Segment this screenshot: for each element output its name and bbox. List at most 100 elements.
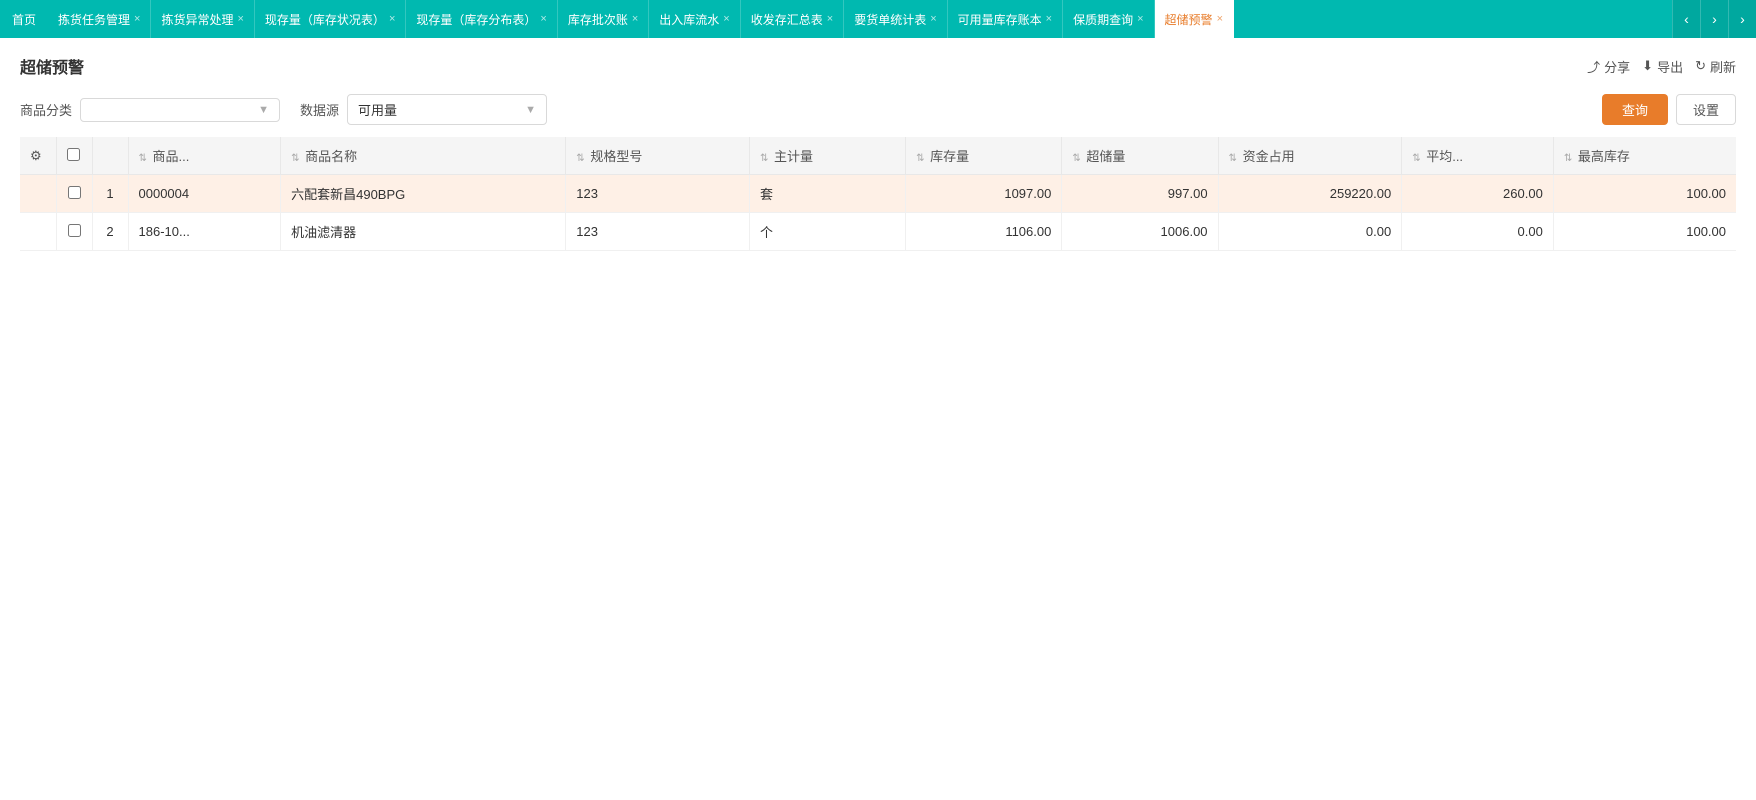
row-product-name: 机油滤清器 bbox=[281, 213, 566, 251]
nav-tab-t2[interactable]: 拣货异常处理 × bbox=[151, 0, 254, 38]
page-title: 超储预警 bbox=[20, 54, 84, 78]
close-tab-t4[interactable]: × bbox=[540, 13, 546, 25]
close-tab-t7[interactable]: × bbox=[827, 13, 833, 25]
row-num: 1 bbox=[92, 175, 128, 213]
datasource-chevron-icon: ▼ bbox=[525, 104, 536, 116]
header-actions: ⤴ 分享 ⬇ 导出 ↻ 刷新 bbox=[1587, 57, 1736, 76]
table-row: 2 186-10... 机油滤清器 123 个 1106.00 1006.00 … bbox=[20, 213, 1736, 251]
col-product-code[interactable]: ⇅ 商品... bbox=[128, 137, 281, 175]
close-tab-t3[interactable]: × bbox=[389, 13, 395, 25]
table-row: 1 0000004 六配套新昌490BPG 123 套 1097.00 997.… bbox=[20, 175, 1736, 213]
data-table: ⚙ ⇅ 商品... ⇅ 商品名称 ⇅ 规格型号 bbox=[20, 137, 1736, 251]
row-checkbox[interactable] bbox=[68, 186, 81, 199]
nav-tab-t11[interactable]: 超储预警 × bbox=[1155, 0, 1234, 38]
datasource-select[interactable]: 可用量 ▼ bbox=[347, 94, 547, 125]
nav-tab-t3[interactable]: 现存量（库存状况表） × bbox=[255, 0, 406, 38]
share-button[interactable]: ⤴ 分享 bbox=[1587, 57, 1630, 76]
row-checkbox[interactable] bbox=[68, 224, 81, 237]
col-unit[interactable]: ⇅ 主计量 bbox=[749, 137, 905, 175]
row-avg: 0.00 bbox=[1402, 213, 1554, 251]
row-actions-cell bbox=[20, 213, 56, 251]
row-capital: 259220.00 bbox=[1218, 175, 1402, 213]
close-tab-t8[interactable]: × bbox=[930, 13, 936, 25]
col-select-all[interactable] bbox=[56, 137, 92, 175]
col-avg[interactable]: ⇅ 平均... bbox=[1402, 137, 1554, 175]
col-over-qty[interactable]: ⇅ 超储量 bbox=[1062, 137, 1218, 175]
nav-arrow-more[interactable]: › bbox=[1728, 0, 1756, 38]
row-capital: 0.00 bbox=[1218, 213, 1402, 251]
gear-icon: ⚙ bbox=[30, 148, 42, 163]
col-spec[interactable]: ⇅ 规格型号 bbox=[566, 137, 750, 175]
table-header: ⚙ ⇅ 商品... ⇅ 商品名称 ⇅ 规格型号 bbox=[20, 137, 1736, 175]
close-tab-t10[interactable]: × bbox=[1137, 13, 1143, 25]
row-over-qty: 1006.00 bbox=[1062, 213, 1218, 251]
row-product-code: 0000004 bbox=[128, 175, 281, 213]
refresh-button[interactable]: ↻ 刷新 bbox=[1695, 57, 1736, 76]
datasource-value: 可用量 bbox=[358, 100, 397, 119]
sort-icon-stock-qty: ⇅ bbox=[916, 153, 924, 164]
page-header: 超储预警 ⤴ 分享 ⬇ 导出 ↻ 刷新 bbox=[20, 54, 1736, 78]
settings-button[interactable]: 设置 bbox=[1676, 94, 1736, 125]
sort-icon-spec: ⇅ bbox=[576, 153, 584, 164]
sort-icon-over-qty: ⇅ bbox=[1072, 153, 1080, 164]
row-num: 2 bbox=[92, 213, 128, 251]
filter-group-category: 商品分类 ▼ bbox=[20, 98, 280, 122]
col-capital[interactable]: ⇅ 资金占用 bbox=[1218, 137, 1402, 175]
row-avg: 260.00 bbox=[1402, 175, 1554, 213]
row-actions-cell bbox=[20, 175, 56, 213]
row-stock-qty: 1106.00 bbox=[906, 213, 1062, 251]
category-select[interactable]: ▼ bbox=[80, 98, 280, 122]
close-tab-t9[interactable]: × bbox=[1046, 13, 1052, 25]
page-content: 超储预警 ⤴ 分享 ⬇ 导出 ↻ 刷新 商品分类 ▼ 数据源 bbox=[0, 38, 1756, 800]
col-product-name[interactable]: ⇅ 商品名称 bbox=[281, 137, 566, 175]
row-over-qty: 997.00 bbox=[1062, 175, 1218, 213]
row-checkbox-cell[interactable] bbox=[56, 213, 92, 251]
row-spec: 123 bbox=[566, 175, 750, 213]
row-max-stock: 100.00 bbox=[1553, 213, 1736, 251]
row-stock-qty: 1097.00 bbox=[906, 175, 1062, 213]
nav-arrow-left[interactable]: ‹ bbox=[1672, 0, 1700, 38]
nav-arrows-container: ‹ › › bbox=[1672, 0, 1756, 38]
nav-tab-t6[interactable]: 出入库流水 × bbox=[649, 0, 740, 38]
nav-tab-t1[interactable]: 拣货任务管理 × bbox=[48, 0, 151, 38]
col-max-stock[interactable]: ⇅ 最高库存 bbox=[1553, 137, 1736, 175]
table-body: 1 0000004 六配套新昌490BPG 123 套 1097.00 997.… bbox=[20, 175, 1736, 251]
col-gear[interactable]: ⚙ bbox=[20, 137, 56, 175]
row-spec: 123 bbox=[566, 213, 750, 251]
sort-icon-unit: ⇅ bbox=[760, 153, 768, 164]
col-stock-qty[interactable]: ⇅ 库存量 bbox=[906, 137, 1062, 175]
close-tab-t6[interactable]: × bbox=[723, 13, 729, 25]
close-tab-t5[interactable]: × bbox=[632, 13, 638, 25]
row-product-name: 六配套新昌490BPG bbox=[281, 175, 566, 213]
select-all-checkbox[interactable] bbox=[67, 148, 80, 161]
row-checkbox-cell[interactable] bbox=[56, 175, 92, 213]
nav-home[interactable]: 首页 bbox=[0, 0, 48, 38]
row-unit: 个 bbox=[749, 213, 905, 251]
row-max-stock: 100.00 bbox=[1553, 175, 1736, 213]
sort-icon-max-stock: ⇅ bbox=[1564, 153, 1572, 164]
query-button[interactable]: 查询 bbox=[1602, 94, 1668, 125]
sort-icon-product-code: ⇅ bbox=[139, 153, 147, 164]
top-navigation: 首页 拣货任务管理 × 拣货异常处理 × 现存量（库存状况表） × 现存量（库存… bbox=[0, 0, 1756, 38]
export-button[interactable]: ⬇ 导出 bbox=[1642, 57, 1683, 76]
close-tab-t11[interactable]: × bbox=[1217, 13, 1223, 25]
nav-tab-t8[interactable]: 要货单统计表 × bbox=[844, 0, 947, 38]
share-icon: ⤴ bbox=[1587, 57, 1600, 76]
nav-tab-t10[interactable]: 保质期查询 × bbox=[1063, 0, 1154, 38]
nav-tab-t4[interactable]: 现存量（库存分布表） × bbox=[406, 0, 557, 38]
filter-group-datasource: 数据源 可用量 ▼ bbox=[300, 94, 547, 125]
nav-arrow-right[interactable]: › bbox=[1700, 0, 1728, 38]
filter-row: 商品分类 ▼ 数据源 可用量 ▼ 查询 设置 bbox=[20, 94, 1736, 125]
filter-actions: 查询 设置 bbox=[1602, 94, 1736, 125]
category-chevron-icon: ▼ bbox=[258, 104, 269, 116]
nav-tab-t7[interactable]: 收发存汇总表 × bbox=[741, 0, 844, 38]
category-label: 商品分类 bbox=[20, 100, 72, 119]
row-unit: 套 bbox=[749, 175, 905, 213]
nav-tab-t9[interactable]: 可用量库存账本 × bbox=[948, 0, 1063, 38]
datasource-label: 数据源 bbox=[300, 100, 339, 119]
nav-tab-t5[interactable]: 库存批次账 × bbox=[558, 0, 649, 38]
close-tab-t2[interactable]: × bbox=[237, 13, 243, 25]
sort-icon-avg: ⇅ bbox=[1412, 153, 1420, 164]
export-icon: ⬇ bbox=[1642, 58, 1653, 74]
close-tab-t1[interactable]: × bbox=[134, 13, 140, 25]
